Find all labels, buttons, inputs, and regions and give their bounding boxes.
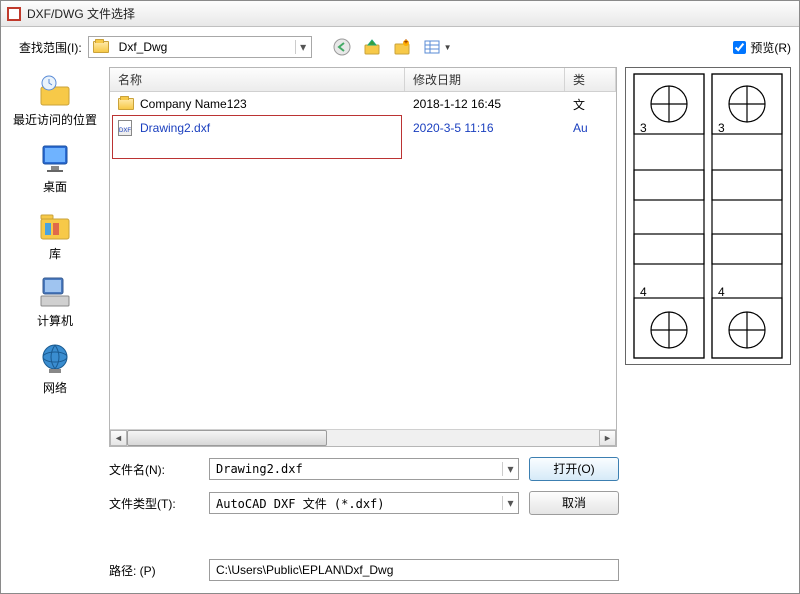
sidebar-item-label: 最近访问的位置 [13,111,97,128]
filetype-label: 文件类型(T): [109,495,199,512]
places-sidebar: 最近访问的位置 桌面 库 计算机 [1,67,109,593]
list-body: Company Name123 2018-1-12 16:45 文 Drawin… [110,92,616,429]
scroll-track[interactable] [127,430,599,446]
dialog-body: 最近访问的位置 桌面 库 计算机 [1,67,799,593]
list-and-preview: 名称 修改日期 类 Company Name123 2018-1-12 16:4… [109,67,791,447]
chevron-down-icon: ▾ [502,496,518,510]
dialog-window: DXF/DWG 文件选择 查找范围(I): Dxf_Dwg ▾ ▼ [0,0,800,594]
path-value: C:\Users\Public\EPLAN\Dxf_Dwg [216,563,393,577]
main-area: 名称 修改日期 类 Company Name123 2018-1-12 16:4… [109,67,799,593]
sidebar-item-label: 库 [49,245,61,262]
folder-icon [93,39,111,55]
sidebar-item-libraries[interactable]: 库 [35,205,75,268]
preview-checkbox-input[interactable] [733,41,746,54]
path-label: 路径: (P) [109,562,199,579]
filetype-combo[interactable]: AutoCAD DXF 文件 (*.dxf) ▾ [209,492,519,514]
preview-pane: 3 4 [625,67,791,365]
list-row[interactable]: Company Name123 2018-1-12 16:45 文 [110,92,616,116]
folder-icon [118,96,134,112]
preview-label: 预览(R) [750,39,791,56]
open-button[interactable]: 打开(O) [529,457,619,481]
scroll-thumb[interactable] [127,430,327,446]
sidebar-item-recent[interactable]: 最近访问的位置 [13,71,97,134]
column-type[interactable]: 类 [565,68,616,91]
filename-label: 文件名(N): [109,461,199,478]
network-icon [35,341,75,377]
filename-combo[interactable]: Drawing2.dxf ▾ [209,458,519,480]
file-date: 2020-3-5 11:16 [405,121,565,135]
path-field[interactable]: C:\Users\Public\EPLAN\Dxf_Dwg [209,559,619,581]
computer-icon [35,274,75,310]
svg-text:3: 3 [640,121,647,135]
scroll-left-button[interactable]: ◄ [110,430,127,446]
toolbar: ▼ [332,37,452,57]
list-row[interactable]: Drawing2.dxf 2020-3-5 11:16 Au [110,116,616,140]
back-icon[interactable] [332,37,352,57]
recent-icon [35,73,75,109]
scroll-right-button[interactable]: ► [599,430,616,446]
column-date[interactable]: 修改日期 [405,68,565,91]
filetype-value: AutoCAD DXF 文件 (*.dxf) [210,495,502,512]
file-type: Au [565,121,616,135]
chevron-down-icon: ▼ [444,43,452,52]
file-name: Company Name123 [140,97,247,111]
titlebar: DXF/DWG 文件选择 [1,1,799,27]
dxf-icon [118,120,134,136]
svg-text:4: 4 [718,285,725,299]
lookin-value: Dxf_Dwg [115,40,295,54]
window-title: DXF/DWG 文件选择 [27,5,135,22]
sidebar-item-computer[interactable]: 计算机 [35,272,75,335]
desktop-icon [35,140,75,176]
sidebar-item-network[interactable]: 网络 [35,339,75,402]
new-folder-icon[interactable] [392,37,412,57]
app-icon [7,7,21,21]
horizontal-scrollbar[interactable]: ◄ ► [110,429,616,446]
preview-checkbox[interactable]: 预览(R) [733,39,791,56]
view-menu-icon [422,37,442,57]
svg-text:3: 3 [718,121,725,135]
filename-value: Drawing2.dxf [210,462,502,476]
chevron-down-icon: ▾ [502,462,518,476]
lookin-label: 查找范围(I): [19,39,82,56]
lookin-bar: 查找范围(I): Dxf_Dwg ▾ ▼ [1,27,799,67]
preview-drawing: 3 4 [628,70,788,362]
path-row: 路径: (P) C:\Users\Public\EPLAN\Dxf_Dwg [109,545,791,581]
bottom-form: 文件名(N): Drawing2.dxf ▾ 打开(O) 文件类型(T): Au… [109,447,791,593]
view-menu-button[interactable]: ▼ [422,37,452,57]
up-icon[interactable] [362,37,382,57]
cancel-button[interactable]: 取消 [529,491,619,515]
chevron-down-icon: ▾ [295,40,311,54]
sidebar-item-label: 桌面 [43,178,67,195]
file-list[interactable]: 名称 修改日期 类 Company Name123 2018-1-12 16:4… [109,67,617,447]
file-name: Drawing2.dxf [140,121,210,135]
svg-text:4: 4 [640,285,647,299]
sidebar-item-desktop[interactable]: 桌面 [35,138,75,201]
filetype-row: 文件类型(T): AutoCAD DXF 文件 (*.dxf) ▾ 取消 [109,491,791,515]
filename-row: 文件名(N): Drawing2.dxf ▾ 打开(O) [109,457,791,481]
sidebar-item-label: 计算机 [37,312,73,329]
libraries-icon [35,207,75,243]
sidebar-item-label: 网络 [43,379,67,396]
lookin-combo[interactable]: Dxf_Dwg ▾ [88,36,312,58]
list-header: 名称 修改日期 类 [110,68,616,92]
column-name[interactable]: 名称 [110,68,405,91]
file-type: 文 [565,96,616,113]
file-date: 2018-1-12 16:45 [405,97,565,111]
